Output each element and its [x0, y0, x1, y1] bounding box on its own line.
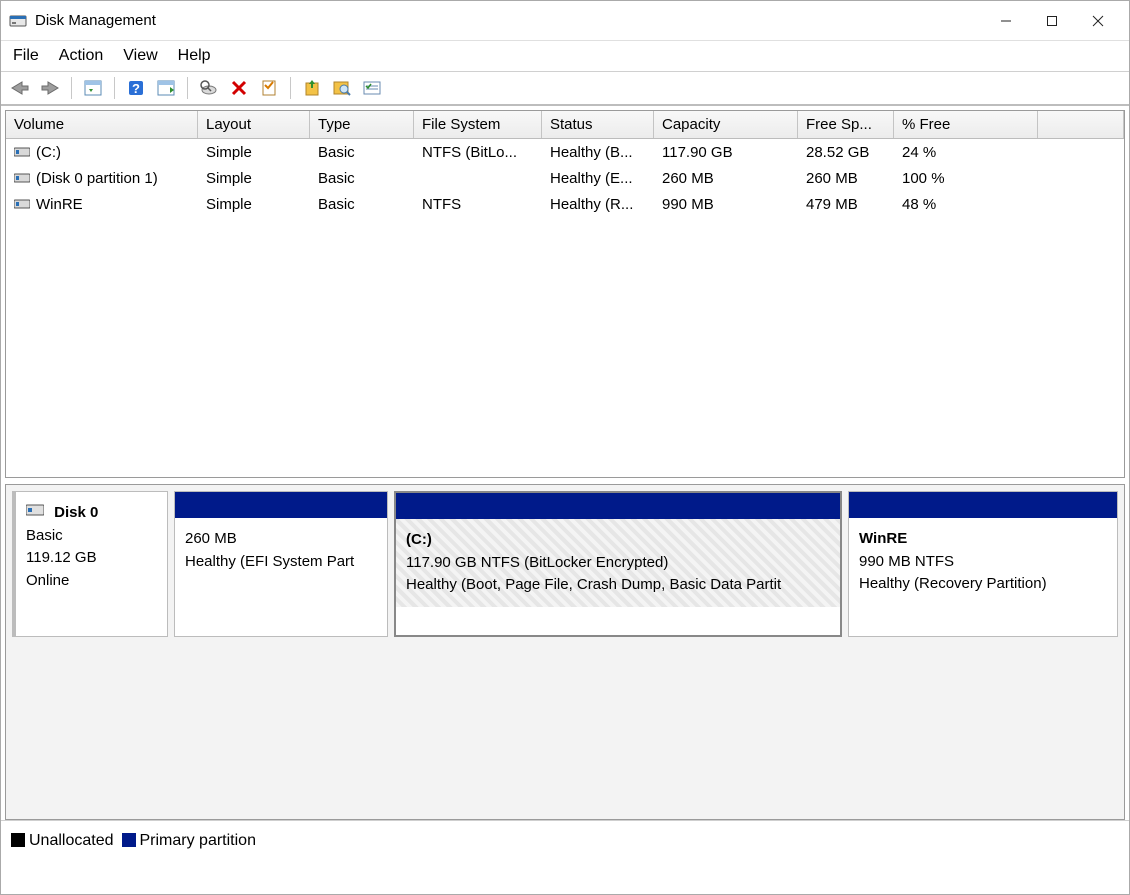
partition-size: 260 MB — [185, 528, 377, 551]
titlebar: Disk Management — [1, 1, 1129, 41]
show-hide-console-icon[interactable] — [82, 77, 104, 99]
disk-info[interactable]: Disk 0 Basic 119.12 GB Online — [12, 491, 168, 637]
partition-status: Healthy (EFI System Part — [185, 551, 377, 574]
disk-capacity: 119.12 GB — [26, 547, 157, 570]
action-pane-icon[interactable] — [155, 77, 177, 99]
window-controls — [983, 5, 1121, 37]
disk-graphical-view[interactable]: Disk 0 Basic 119.12 GB Online 260 MB Hea… — [5, 484, 1125, 820]
volume-list-body: (C:) Simple Basic NTFS (BitLo... Healthy… — [6, 139, 1124, 217]
menu-file[interactable]: File — [13, 47, 39, 65]
volume-type: Basic — [310, 194, 414, 215]
volume-capacity: 260 MB — [654, 168, 798, 189]
col-type[interactable]: Type — [310, 111, 414, 138]
volume-list-header: Volume Layout Type File System Status Ca… — [6, 111, 1124, 139]
delete-icon[interactable] — [228, 77, 250, 99]
partition-status: Healthy (Recovery Partition) — [859, 573, 1107, 596]
maximize-button[interactable] — [1029, 5, 1075, 37]
forward-button[interactable] — [39, 77, 61, 99]
legend-primary: Primary partition — [140, 832, 256, 849]
volume-capacity: 117.90 GB — [654, 142, 798, 163]
partition-stripe — [175, 492, 387, 518]
volume-fs — [414, 176, 542, 180]
find-icon[interactable] — [331, 77, 353, 99]
partition-stripe — [396, 493, 840, 519]
toolbar-separator — [71, 77, 72, 99]
volume-fs: NTFS (BitLo... — [414, 142, 542, 163]
volume-row[interactable]: (Disk 0 partition 1) Simple Basic Health… — [6, 165, 1124, 191]
volume-name: (C:) — [36, 144, 61, 161]
properties-icon[interactable] — [258, 77, 280, 99]
app-icon — [9, 12, 27, 30]
svg-text:?: ? — [132, 81, 140, 96]
volume-layout: Simple — [198, 142, 310, 163]
menubar: File Action View Help — [1, 41, 1129, 72]
volume-fs: NTFS — [414, 194, 542, 215]
col-pctfree[interactable]: % Free — [894, 111, 1038, 138]
partition-efi[interactable]: 260 MB Healthy (EFI System Part — [174, 491, 388, 637]
col-capacity[interactable]: Capacity — [654, 111, 798, 138]
volume-status: Healthy (B... — [542, 142, 654, 163]
refresh-icon[interactable] — [198, 77, 220, 99]
window-title: Disk Management — [35, 12, 156, 29]
legend-unallocated: Unallocated — [29, 832, 114, 849]
col-free[interactable]: Free Sp... — [798, 111, 894, 138]
disk-state: Online — [26, 570, 157, 593]
settings-icon[interactable] — [361, 77, 383, 99]
volume-capacity: 990 MB — [654, 194, 798, 215]
help-icon[interactable]: ? — [125, 77, 147, 99]
drive-icon — [14, 146, 30, 158]
col-status[interactable]: Status — [542, 111, 654, 138]
partition-winre[interactable]: WinRE 990 MB NTFS Healthy (Recovery Part… — [848, 491, 1118, 637]
disk-name: Disk 0 — [54, 504, 98, 521]
partition-size: 117.90 GB NTFS (BitLocker Encrypted) — [406, 552, 830, 575]
col-filesystem[interactable]: File System — [414, 111, 542, 138]
disk-row: Disk 0 Basic 119.12 GB Online 260 MB Hea… — [6, 485, 1124, 643]
col-layout[interactable]: Layout — [198, 111, 310, 138]
volume-name: (Disk 0 partition 1) — [36, 170, 158, 187]
volume-layout: Simple — [198, 194, 310, 215]
volume-free: 479 MB — [798, 194, 894, 215]
toolbar-separator — [187, 77, 188, 99]
legend: Unallocated Primary partition — [1, 820, 1129, 860]
partition-size: 990 MB NTFS — [859, 551, 1107, 574]
volume-list[interactable]: Volume Layout Type File System Status Ca… — [5, 110, 1125, 478]
menu-view[interactable]: View — [123, 47, 157, 65]
partition-title: (C:) — [406, 529, 830, 552]
partition-stripe — [849, 492, 1117, 518]
volume-free: 260 MB — [798, 168, 894, 189]
volume-pct: 100 % — [894, 168, 1038, 189]
volume-type: Basic — [310, 168, 414, 189]
volume-status: Healthy (E... — [542, 168, 654, 189]
col-spacer — [1038, 111, 1124, 138]
disk-type: Basic — [26, 525, 157, 548]
disk-icon — [26, 502, 44, 525]
swatch-unallocated — [11, 833, 25, 847]
toolbar-separator — [290, 77, 291, 99]
partition-title: WinRE — [859, 528, 1107, 551]
menu-help[interactable]: Help — [178, 47, 211, 65]
rescan-icon[interactable] — [301, 77, 323, 99]
partition-c[interactable]: (C:) 117.90 GB NTFS (BitLocker Encrypted… — [394, 491, 842, 637]
col-volume[interactable]: Volume — [6, 111, 198, 138]
partition-status: Healthy (Boot, Page File, Crash Dump, Ba… — [406, 574, 830, 597]
volume-layout: Simple — [198, 168, 310, 189]
volume-pct: 48 % — [894, 194, 1038, 215]
swatch-primary — [122, 833, 136, 847]
volume-type: Basic — [310, 142, 414, 163]
close-button[interactable] — [1075, 5, 1121, 37]
toolbar-separator — [114, 77, 115, 99]
toolbar: ? — [1, 72, 1129, 106]
volume-status: Healthy (R... — [542, 194, 654, 215]
menu-action[interactable]: Action — [59, 47, 103, 65]
drive-icon — [14, 198, 30, 210]
volume-pct: 24 % — [894, 142, 1038, 163]
back-button[interactable] — [9, 77, 31, 99]
drive-icon — [14, 172, 30, 184]
volume-free: 28.52 GB — [798, 142, 894, 163]
volume-row[interactable]: WinRE Simple Basic NTFS Healthy (R... 99… — [6, 191, 1124, 217]
volume-row[interactable]: (C:) Simple Basic NTFS (BitLo... Healthy… — [6, 139, 1124, 165]
volume-name: WinRE — [36, 196, 83, 213]
minimize-button[interactable] — [983, 5, 1029, 37]
